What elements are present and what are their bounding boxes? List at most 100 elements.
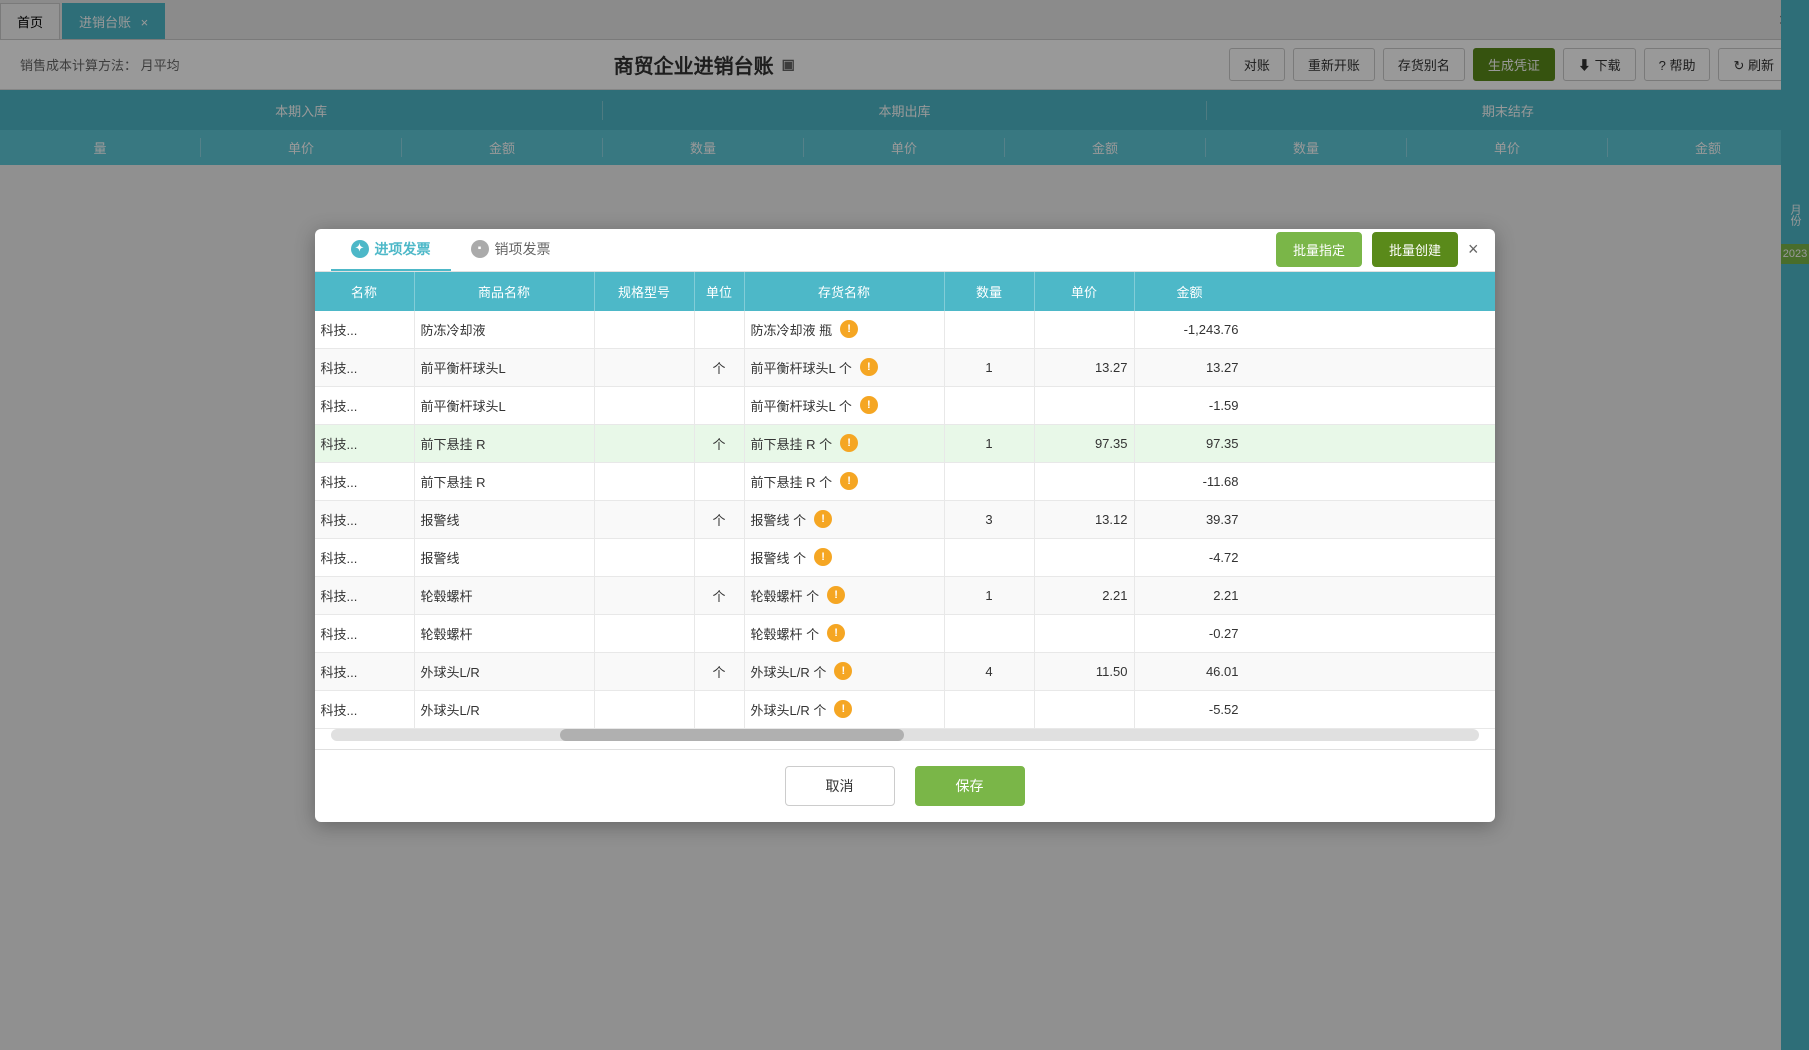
horizontal-scrollbar[interactable]	[331, 729, 1479, 741]
td-amount: -5.52	[1135, 691, 1245, 728]
td-qty: 1	[945, 349, 1035, 386]
table-row[interactable]: 科技... 外球头L/R 个 外球头L/R 个 ! 4 11.50 46.01	[315, 653, 1495, 691]
td-price: 11.50	[1035, 653, 1135, 690]
td-amount: 39.37	[1135, 501, 1245, 538]
warning-icon: !	[834, 700, 852, 718]
cancel-button[interactable]: 取消	[785, 766, 895, 806]
td-spec	[595, 653, 695, 690]
td-amount: 2.21	[1135, 577, 1245, 614]
td-name: 科技...	[315, 311, 415, 348]
td-amount: 13.27	[1135, 349, 1245, 386]
modal-tabs-bar: ✦ 进项发票 ▪ 销项发票 批量指定 批量创建 ×	[315, 229, 1495, 272]
td-qty	[945, 615, 1035, 652]
table-row[interactable]: 科技... 前下悬挂 R 前下悬挂 R 个 ! -11.68	[315, 463, 1495, 501]
td-spec	[595, 349, 695, 386]
th-stock: 存货名称	[745, 272, 945, 311]
td-spec	[595, 691, 695, 728]
th-amount: 金额	[1135, 272, 1245, 311]
modal-close-button[interactable]: ×	[1468, 232, 1479, 267]
table-row[interactable]: 科技... 前下悬挂 R 个 前下悬挂 R 个 ! 1 97.35 97.35	[315, 425, 1495, 463]
td-spec	[595, 463, 695, 500]
td-stock: 外球头L/R 个 !	[745, 691, 945, 728]
td-unit	[695, 691, 745, 728]
td-qty: 3	[945, 501, 1035, 538]
td-spec	[595, 615, 695, 652]
table-row[interactable]: 科技... 前平衡杆球头L 个 前平衡杆球头L 个 ! 1 13.27 13.2…	[315, 349, 1495, 387]
td-amount: 46.01	[1135, 653, 1245, 690]
td-product: 轮毂螺杆	[415, 577, 595, 614]
td-amount: 97.35	[1135, 425, 1245, 462]
td-qty: 1	[945, 577, 1035, 614]
table-row[interactable]: 科技... 报警线 个 报警线 个 ! 3 13.12 39.37	[315, 501, 1495, 539]
td-price: 97.35	[1035, 425, 1135, 462]
save-button[interactable]: 保存	[915, 766, 1025, 806]
td-qty: 1	[945, 425, 1035, 462]
td-amount: -11.68	[1135, 463, 1245, 500]
table-row[interactable]: 科技... 防冻冷却液 防冻冷却液 瓶 ! -1,243.76	[315, 311, 1495, 349]
td-stock: 报警线 个 !	[745, 539, 945, 576]
table-row[interactable]: 科技... 外球头L/R 外球头L/R 个 ! -5.52	[315, 691, 1495, 729]
warning-icon: !	[814, 548, 832, 566]
warning-icon: !	[840, 434, 858, 452]
batch-create-button[interactable]: 批量创建	[1372, 232, 1458, 267]
tab-invoice-in[interactable]: ✦ 进项发票	[331, 229, 451, 271]
td-unit: 个	[695, 349, 745, 386]
td-spec	[595, 387, 695, 424]
td-unit	[695, 387, 745, 424]
td-price	[1035, 691, 1135, 728]
td-price	[1035, 387, 1135, 424]
table-header: 名称 商品名称 规格型号 单位 存货名称 数量 单价 金额	[315, 272, 1495, 311]
td-spec	[595, 311, 695, 348]
td-stock: 防冻冷却液 瓶 !	[745, 311, 945, 348]
td-name: 科技...	[315, 501, 415, 538]
table-row[interactable]: 科技... 报警线 报警线 个 ! -4.72	[315, 539, 1495, 577]
warning-icon: !	[814, 510, 832, 528]
td-name: 科技...	[315, 349, 415, 386]
td-stock: 轮毂螺杆 个 !	[745, 577, 945, 614]
td-qty	[945, 387, 1035, 424]
td-stock: 前平衡杆球头L 个 !	[745, 349, 945, 386]
table-row[interactable]: 科技... 轮毂螺杆 轮毂螺杆 个 ! -0.27	[315, 615, 1495, 653]
table-row[interactable]: 科技... 轮毂螺杆 个 轮毂螺杆 个 ! 1 2.21 2.21	[315, 577, 1495, 615]
td-price: 13.12	[1035, 501, 1135, 538]
td-amount: -4.72	[1135, 539, 1245, 576]
th-product: 商品名称	[415, 272, 595, 311]
td-name: 科技...	[315, 691, 415, 728]
td-qty	[945, 463, 1035, 500]
modal-footer: 取消 保存	[315, 749, 1495, 822]
warning-icon: !	[860, 396, 878, 414]
td-qty: 4	[945, 653, 1035, 690]
td-name: 科技...	[315, 539, 415, 576]
warning-icon: !	[827, 586, 845, 604]
scrollbar-thumb[interactable]	[560, 729, 904, 741]
td-unit: 个	[695, 501, 745, 538]
td-amount: -0.27	[1135, 615, 1245, 652]
warning-icon: !	[860, 358, 878, 376]
tab-invoice-out[interactable]: ▪ 销项发票	[451, 229, 571, 271]
td-spec	[595, 501, 695, 538]
td-unit	[695, 539, 745, 576]
modal-table-container: 名称 商品名称 规格型号 单位 存货名称 数量 单价 金额 科技... 防冻冷却…	[315, 272, 1495, 729]
warning-icon: !	[834, 662, 852, 680]
modal-overlay: ✦ 进项发票 ▪ 销项发票 批量指定 批量创建 × 名称 商品名称 规格型号	[0, 0, 1809, 1050]
td-product: 轮毂螺杆	[415, 615, 595, 652]
td-spec	[595, 539, 695, 576]
td-product: 外球头L/R	[415, 691, 595, 728]
batch-assign-button[interactable]: 批量指定	[1276, 232, 1362, 267]
td-qty	[945, 539, 1035, 576]
td-unit	[695, 311, 745, 348]
invoice-out-icon: ▪	[471, 240, 489, 258]
th-spec: 规格型号	[595, 272, 695, 311]
td-price: 13.27	[1035, 349, 1135, 386]
td-stock: 前下悬挂 R 个 !	[745, 425, 945, 462]
td-product: 前下悬挂 R	[415, 425, 595, 462]
td-name: 科技...	[315, 387, 415, 424]
td-price	[1035, 539, 1135, 576]
td-stock: 外球头L/R 个 !	[745, 653, 945, 690]
warning-icon: !	[827, 624, 845, 642]
modal-action-buttons: 批量指定 批量创建 ×	[1276, 232, 1479, 267]
td-product: 前下悬挂 R	[415, 463, 595, 500]
table-row[interactable]: 科技... 前平衡杆球头L 前平衡杆球头L 个 ! -1.59	[315, 387, 1495, 425]
th-qty: 数量	[945, 272, 1035, 311]
td-price: 2.21	[1035, 577, 1135, 614]
